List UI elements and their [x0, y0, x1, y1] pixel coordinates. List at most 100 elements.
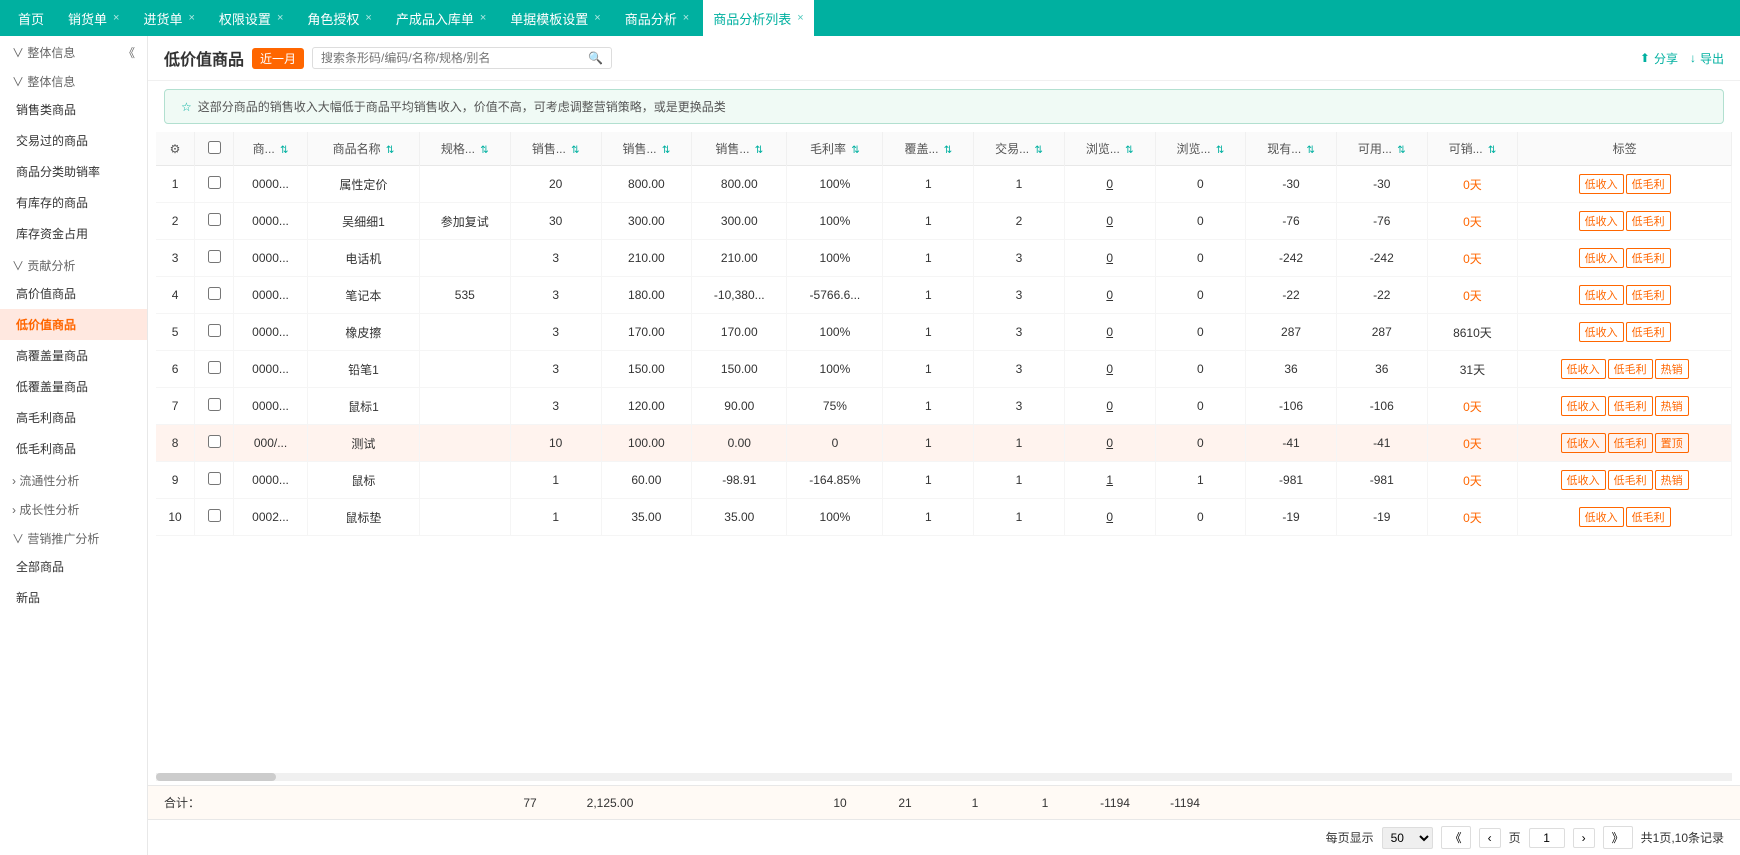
cell-trade: 3 [974, 351, 1065, 388]
nav-item-产成品入库单[interactable]: 产成品入库单× [386, 0, 496, 36]
sidebar-group-流通性分析[interactable]: › 流通性分析 [0, 464, 147, 493]
row-checkbox[interactable] [208, 287, 221, 300]
table-row: 4 0000... 笔记本 535 3 180.00 -10,380... -5… [156, 277, 1732, 314]
row-checkbox[interactable] [208, 176, 221, 189]
col-checkbox[interactable] [195, 132, 234, 166]
cell-sale1: 3 [510, 314, 601, 351]
cell-current: -106 [1246, 388, 1337, 425]
page-size-select[interactable]: 50 100 200 [1382, 827, 1433, 849]
close-icon[interactable]: × [683, 12, 689, 24]
sidebar-group-成长性分析[interactable]: › 成长性分析 [0, 493, 147, 522]
page-number-input[interactable] [1529, 828, 1565, 848]
sidebar-item-高覆盖量商品[interactable]: 高覆盖量商品 [0, 340, 147, 371]
sidebar-group-整体信息[interactable]: ∨ 整体信息 [0, 65, 147, 94]
row-checkbox[interactable] [208, 324, 221, 337]
sidebar-group-整体信息[interactable]: ∨ 整体信息 《 [0, 36, 147, 65]
cell-browse1: 0 [1064, 203, 1155, 240]
row-checkbox[interactable] [208, 250, 221, 263]
cell-browse2: 0 [1155, 203, 1246, 240]
nav-item-销货单[interactable]: 销货单× [58, 0, 129, 36]
sidebar: ∨ 整体信息 《 ∨ 整体信息销售类商品交易过的商品商品分类助销率有库存的商品库… [0, 36, 148, 855]
cell-sale1: 3 [510, 351, 601, 388]
col-sale1: 销售... ⇅ [510, 132, 601, 166]
cell-checkbox[interactable] [195, 388, 234, 425]
cell-cover: 1 [883, 351, 974, 388]
time-tag[interactable]: 近一月 [252, 48, 304, 69]
tag-badge: 热销 [1655, 470, 1689, 490]
cell-sale2: 800.00 [601, 166, 692, 203]
sidebar-item-高价值商品[interactable]: 高价值商品 [0, 278, 147, 309]
cell-sale1: 10 [510, 425, 601, 462]
nav-item-商品分析[interactable]: 商品分析× [615, 0, 699, 36]
sidebar-item-高毛利商品[interactable]: 高毛利商品 [0, 402, 147, 433]
sidebar-item-全部商品[interactable]: 全部商品 [0, 551, 147, 582]
cell-cover: 1 [883, 462, 974, 499]
close-icon[interactable]: × [188, 12, 194, 24]
cell-checkbox[interactable] [195, 203, 234, 240]
cell-browse1[interactable]: 1 [1064, 462, 1155, 499]
cell-sale3: 210.00 [692, 240, 787, 277]
cell-name: 铅笔1 [308, 351, 420, 388]
cell-margin: 0 [787, 425, 883, 462]
sidebar-item-新品[interactable]: 新品 [0, 582, 147, 613]
last-page-button[interactable]: 》 [1603, 826, 1633, 849]
cell-saleable: 31天 [1427, 351, 1518, 388]
cell-checkbox[interactable] [195, 240, 234, 277]
sidebar-item-商品分类助销率[interactable]: 商品分类助销率 [0, 156, 147, 187]
sidebar-item-库存资金占用[interactable]: 库存资金占用 [0, 218, 147, 249]
nav-item-单据模板设置[interactable]: 单据模板设置× [500, 0, 610, 36]
cell-checkbox[interactable] [195, 314, 234, 351]
prev-page-button[interactable]: ‹ [1479, 828, 1501, 848]
sidebar-group-贡献分析[interactable]: ∨ 贡献分析 [0, 249, 147, 278]
close-icon[interactable]: × [594, 12, 600, 24]
search-input[interactable] [321, 51, 584, 65]
cell-checkbox[interactable] [195, 425, 234, 462]
sidebar-item-低毛利商品[interactable]: 低毛利商品 [0, 433, 147, 464]
share-button[interactable]: ⬆ 分享 [1640, 50, 1678, 67]
nav-item-角色授权[interactable]: 角色授权× [297, 0, 381, 36]
row-checkbox[interactable] [208, 361, 221, 374]
cell-checkbox[interactable] [195, 351, 234, 388]
nav-item-权限设置[interactable]: 权限设置× [209, 0, 293, 36]
cell-browse1: 0 [1064, 240, 1155, 277]
close-icon[interactable]: × [277, 12, 283, 24]
footer-current: -1194 [1080, 796, 1150, 810]
row-checkbox[interactable] [208, 509, 221, 522]
sidebar-group-营销推广分析[interactable]: ∨ 营销推广分析 [0, 522, 147, 551]
next-page-button[interactable]: › [1573, 828, 1595, 848]
nav-item-商品分析列表[interactable]: 商品分析列表× [703, 0, 813, 36]
nav-item-首页[interactable]: 首页 [8, 0, 54, 36]
sidebar-item-低价值商品[interactable]: 低价值商品 [0, 309, 147, 340]
row-checkbox[interactable] [208, 435, 221, 448]
row-checkbox[interactable] [208, 213, 221, 226]
cell-checkbox[interactable] [195, 277, 234, 314]
cell-checkbox[interactable] [195, 462, 234, 499]
sidebar-item-销售类商品[interactable]: 销售类商品 [0, 94, 147, 125]
row-checkbox[interactable] [208, 472, 221, 485]
data-table: ⚙ 商... ⇅ 商品名称 ⇅ 规格... ⇅ 销售... ⇅ 销售... ⇅ … [156, 132, 1732, 536]
scrollbar-thumb[interactable] [156, 773, 276, 781]
export-button[interactable]: ↓ 导出 [1690, 50, 1724, 67]
nav-item-进货单[interactable]: 进货单× [133, 0, 204, 36]
cell-sale3: 90.00 [692, 388, 787, 425]
table-row: 9 0000... 鼠标 1 60.00 -98.91 -164.85% 1 1… [156, 462, 1732, 499]
cell-sale2: 120.00 [601, 388, 692, 425]
close-icon[interactable]: × [113, 12, 119, 24]
sidebar-item-有库存的商品[interactable]: 有库存的商品 [0, 187, 147, 218]
row-checkbox[interactable] [208, 398, 221, 411]
cell-sale2: 150.00 [601, 351, 692, 388]
horizontal-scrollbar[interactable] [156, 773, 1732, 781]
sidebar-item-低覆盖量商品[interactable]: 低覆盖量商品 [0, 371, 147, 402]
close-icon[interactable]: × [480, 12, 486, 24]
close-icon[interactable]: × [797, 12, 803, 24]
cell-margin: 100% [787, 166, 883, 203]
close-icon[interactable]: × [365, 12, 371, 24]
col-settings[interactable]: ⚙ [156, 132, 195, 166]
table-body: 1 0000... 属性定价 20 800.00 800.00 100% 1 1… [156, 166, 1732, 536]
first-page-button[interactable]: 《 [1441, 826, 1471, 849]
cell-checkbox[interactable] [195, 166, 234, 203]
cell-checkbox[interactable] [195, 499, 234, 536]
select-all-checkbox[interactable] [208, 141, 221, 154]
sidebar-item-交易过的商品[interactable]: 交易过的商品 [0, 125, 147, 156]
search-box[interactable]: 🔍 [312, 47, 612, 69]
